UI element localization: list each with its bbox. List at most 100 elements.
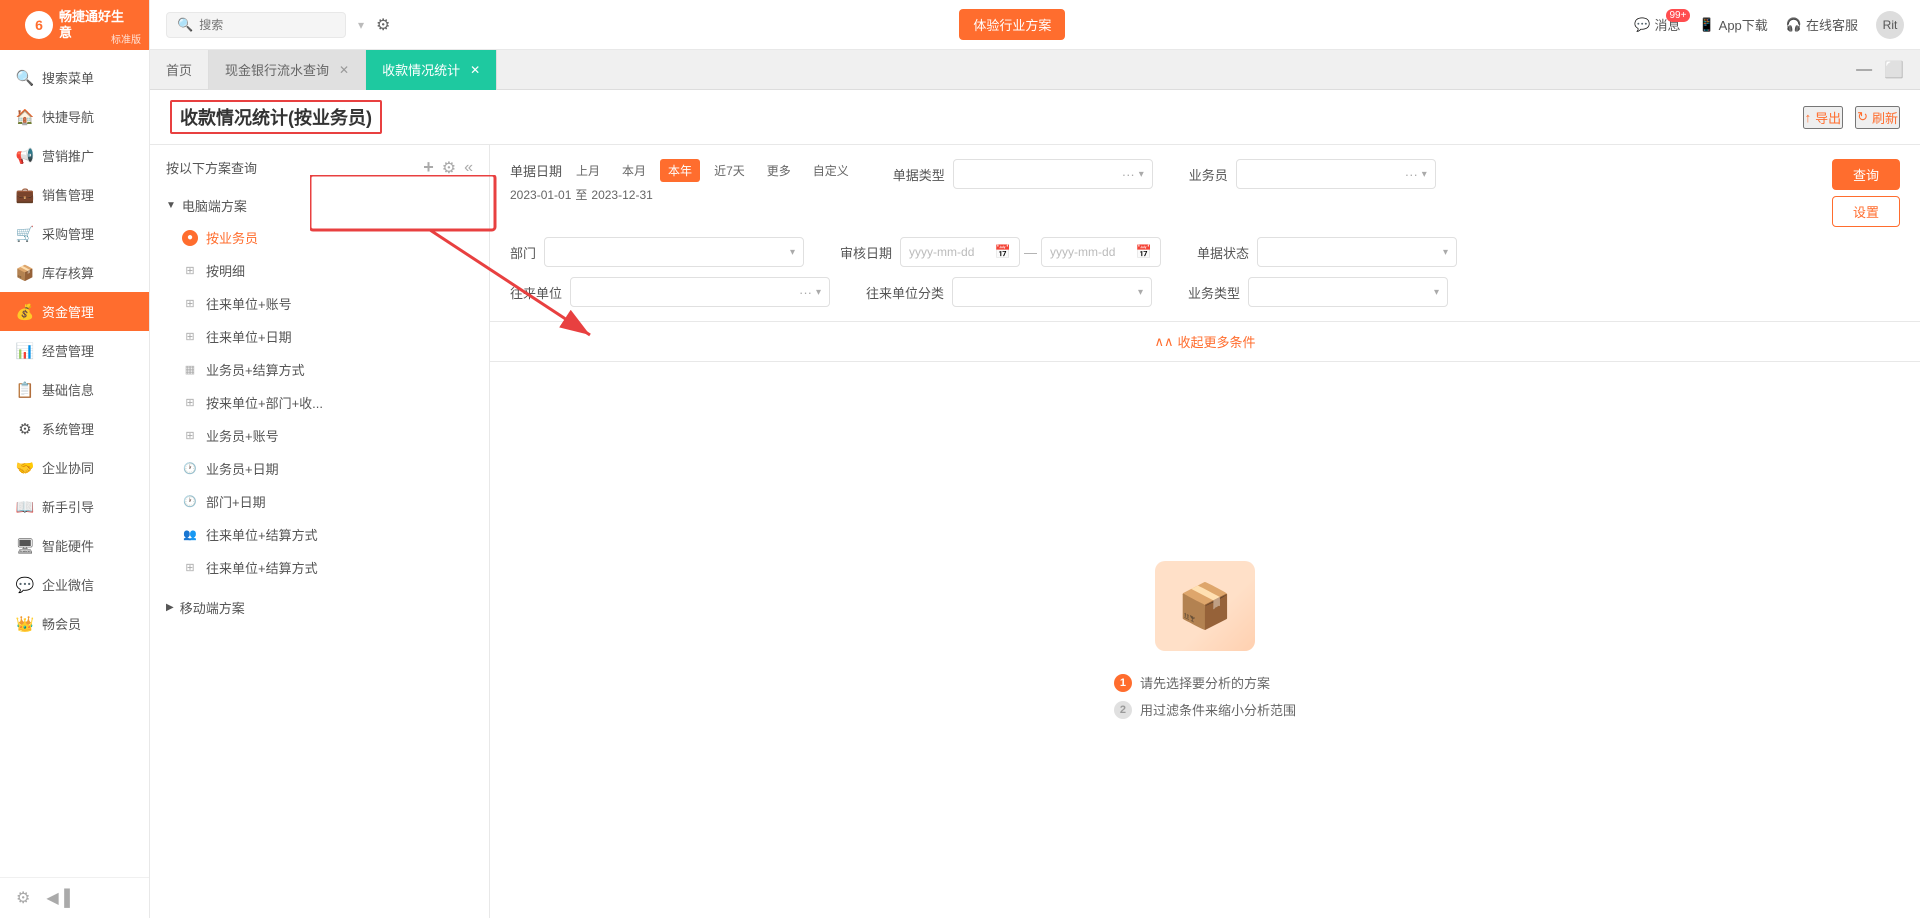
- dept-select[interactable]: ▾: [544, 237, 804, 267]
- mobile-section: ▶ 移动端方案: [150, 588, 489, 627]
- message-button[interactable]: 💬 消息 99+: [1634, 15, 1680, 34]
- panel-add-icon[interactable]: +: [423, 157, 434, 178]
- panel-item-salesman-settle[interactable]: ▦ 业务员+结算方式: [150, 353, 489, 386]
- salesman-arrow: ▾: [1422, 169, 1427, 180]
- topbar-right: 💬 消息 99+ 📱 App下载 🎧 在线客服 Rit: [1634, 11, 1904, 39]
- panel-item-partner-dept[interactable]: ⊞ 按来单位+部门+收...: [150, 386, 489, 419]
- partner-select[interactable]: ··· ▾: [570, 277, 830, 307]
- sidebar-item-system[interactable]: ⚙ 系统管理: [0, 409, 149, 448]
- topbar: 🔍 ▾ ⚙ 体验行业方案 💬 消息 99+ 📱 App下载 🎧 在线客服: [150, 0, 1920, 50]
- sidebar-item-marketing[interactable]: 📢 营销推广: [0, 136, 149, 175]
- panel-item-dept-date[interactable]: 🕐 部门+日期: [150, 485, 489, 518]
- sidebar-item-wechat[interactable]: 💬 企业微信: [0, 565, 149, 604]
- collapse-bar[interactable]: ∧∧ 收起更多条件: [490, 321, 1920, 361]
- panel-settings-icon[interactable]: ⚙: [442, 158, 456, 178]
- panel-item-partner-date[interactable]: ⊞ 往来单位+日期: [150, 320, 489, 353]
- trial-button[interactable]: 体验行业方案: [959, 9, 1065, 40]
- topbar-gear-icon[interactable]: ⚙: [376, 15, 390, 35]
- main-area: 🔍 ▾ ⚙ 体验行业方案 💬 消息 99+ 📱 App下载 🎧 在线客服: [150, 0, 1920, 918]
- right-content: 单据日期 上月 本月 本年 近7天 更多 自定义: [490, 145, 1920, 918]
- tab-home[interactable]: 首页: [150, 50, 209, 90]
- mobile-section-title[interactable]: ▶ 移动端方案: [150, 592, 489, 623]
- tab-receipt-stats-close-icon[interactable]: ✕: [470, 63, 480, 77]
- shortcut-last-7-days[interactable]: 近7天: [706, 159, 753, 182]
- app-download-button[interactable]: 📱 App下载: [1698, 15, 1767, 34]
- footer-collapse-icon[interactable]: ◀▐: [46, 888, 70, 908]
- shortcut-custom[interactable]: 自定义: [805, 159, 857, 182]
- panel-item-by-detail[interactable]: ⊞ 按明细: [150, 254, 489, 287]
- panel-item-by-salesman[interactable]: ● 按业务员: [150, 221, 489, 254]
- empty-illustration: 📦: [1145, 561, 1265, 661]
- topbar-dropdown[interactable]: ▾: [358, 18, 364, 32]
- sidebar-item-search[interactable]: 🔍 搜索菜单: [0, 58, 149, 97]
- partner-category-select[interactable]: ▾: [952, 277, 1152, 307]
- sidebar-item-enterprise[interactable]: 🤝 企业协同: [0, 448, 149, 487]
- sidebar-item-label-enterprise: 企业协同: [42, 458, 94, 477]
- app-label: App下载: [1719, 15, 1768, 34]
- finance-icon: 💰: [16, 303, 34, 321]
- tab-bank-flow-close-icon[interactable]: ✕: [339, 63, 349, 77]
- sidebar-item-label-finance: 资金管理: [42, 302, 94, 321]
- footer-settings-icon[interactable]: ⚙: [16, 888, 30, 908]
- sidebar-item-finance[interactable]: 💰 资金管理: [0, 292, 149, 331]
- panel-item-partner-date-label: 往来单位+日期: [206, 327, 292, 346]
- topbar-search-input[interactable]: [199, 18, 319, 32]
- sidebar-item-sales[interactable]: 💼 销售管理: [0, 175, 149, 214]
- salesman-select[interactable]: ··· ▾: [1236, 159, 1436, 189]
- salesman-date-icon: 🕐: [182, 461, 198, 477]
- voucher-status-select[interactable]: ▾: [1257, 237, 1457, 267]
- collapse-icon: ∧∧: [1154, 334, 1173, 350]
- sidebar-item-quicknav[interactable]: 🏠 快捷导航: [0, 97, 149, 136]
- partner-settle1-icon: 👥: [182, 527, 198, 543]
- search-icon: 🔍: [16, 69, 34, 87]
- panel-item-partner-settle2[interactable]: ⊞ 往来单位+结算方式: [150, 551, 489, 584]
- shortcut-last-month[interactable]: 上月: [568, 159, 608, 182]
- tip-text-2: 用过滤条件来缩小分析范围: [1140, 700, 1296, 719]
- tab-receipt-stats[interactable]: 收款情况统计 ✕: [366, 50, 497, 90]
- panel-item-salesman-date[interactable]: 🕐 业务员+日期: [150, 452, 489, 485]
- sidebar-item-inventory[interactable]: 📦 库存核算: [0, 253, 149, 292]
- review-date-to[interactable]: yyyy-mm-dd 📅: [1041, 237, 1161, 267]
- export-label: 导出: [1815, 108, 1841, 127]
- sidebar-item-business[interactable]: 📊 经营管理: [0, 331, 149, 370]
- sidebar-item-guide[interactable]: 📖 新手引导: [0, 487, 149, 526]
- shortcut-this-month[interactable]: 本月: [614, 159, 654, 182]
- panel-item-partner-account[interactable]: ⊞ 往来单位+账号: [150, 287, 489, 320]
- online-service-button[interactable]: 🎧 在线客服: [1786, 15, 1858, 34]
- settings-button[interactable]: 设置: [1832, 196, 1900, 227]
- page-title: 收款情况统计(按业务员): [170, 100, 382, 134]
- query-button[interactable]: 查询: [1832, 159, 1900, 190]
- sidebar: 6 畅捷通好生 意 标准版 🔍 搜索菜单 🏠 快捷导航 📢 营销推广 💼 销售管…: [0, 0, 150, 918]
- content: 收款情况统计(按业务员) ↑ 导出 ↻ 刷新 按以下方案查询: [150, 90, 1920, 918]
- shortcut-this-year[interactable]: 本年: [660, 159, 700, 182]
- export-icon: ↑: [1805, 110, 1812, 125]
- sidebar-item-basic[interactable]: 📋 基础信息: [0, 370, 149, 409]
- date-range: 2023-01-01 至 2023-12-31: [510, 186, 857, 203]
- date-shortcuts: 上月 本月 本年 近7天 更多 自定义: [568, 159, 857, 182]
- tab-minimize-icon[interactable]: —: [1856, 61, 1872, 79]
- business-type-select[interactable]: ▾: [1248, 277, 1448, 307]
- export-button[interactable]: ↑ 导出: [1803, 106, 1844, 129]
- review-date-from[interactable]: yyyy-mm-dd 📅: [900, 237, 1020, 267]
- user-avatar[interactable]: Rit: [1876, 11, 1904, 39]
- shortcut-more[interactable]: 更多: [759, 159, 799, 182]
- tab-maximize-icon[interactable]: ⬜: [1884, 60, 1904, 80]
- panel-item-salesman-account[interactable]: ⊞ 业务员+账号: [150, 419, 489, 452]
- partner-account-icon: ⊞: [182, 296, 198, 312]
- topbar-search-box[interactable]: 🔍: [166, 12, 346, 38]
- review-date-from-placeholder: yyyy-mm-dd: [909, 245, 995, 259]
- voucher-type-select[interactable]: ··· ▾: [953, 159, 1153, 189]
- system-icon: ⚙: [16, 420, 34, 438]
- pc-section-title[interactable]: ▼ 电脑端方案: [150, 190, 489, 221]
- left-panel: 按以下方案查询 + ⚙ « ▼ 电脑端方案 ● 按业务员: [150, 145, 490, 918]
- date-from: 2023-01-01: [510, 188, 571, 202]
- salesman-dots: ···: [1405, 167, 1418, 182]
- sidebar-item-member[interactable]: 👑 畅会员: [0, 604, 149, 643]
- panel-item-by-salesman-label: 按业务员: [206, 228, 258, 247]
- sidebar-item-purchase[interactable]: 🛒 采购管理: [0, 214, 149, 253]
- sidebar-item-hardware[interactable]: 🖥 智能硬件: [0, 526, 149, 565]
- tab-bank-flow[interactable]: 现金银行流水查询 ✕: [209, 50, 366, 90]
- refresh-button[interactable]: ↻ 刷新: [1855, 106, 1900, 129]
- panel-collapse-icon[interactable]: «: [464, 159, 473, 177]
- panel-item-partner-settle1[interactable]: 👥 往来单位+结算方式: [150, 518, 489, 551]
